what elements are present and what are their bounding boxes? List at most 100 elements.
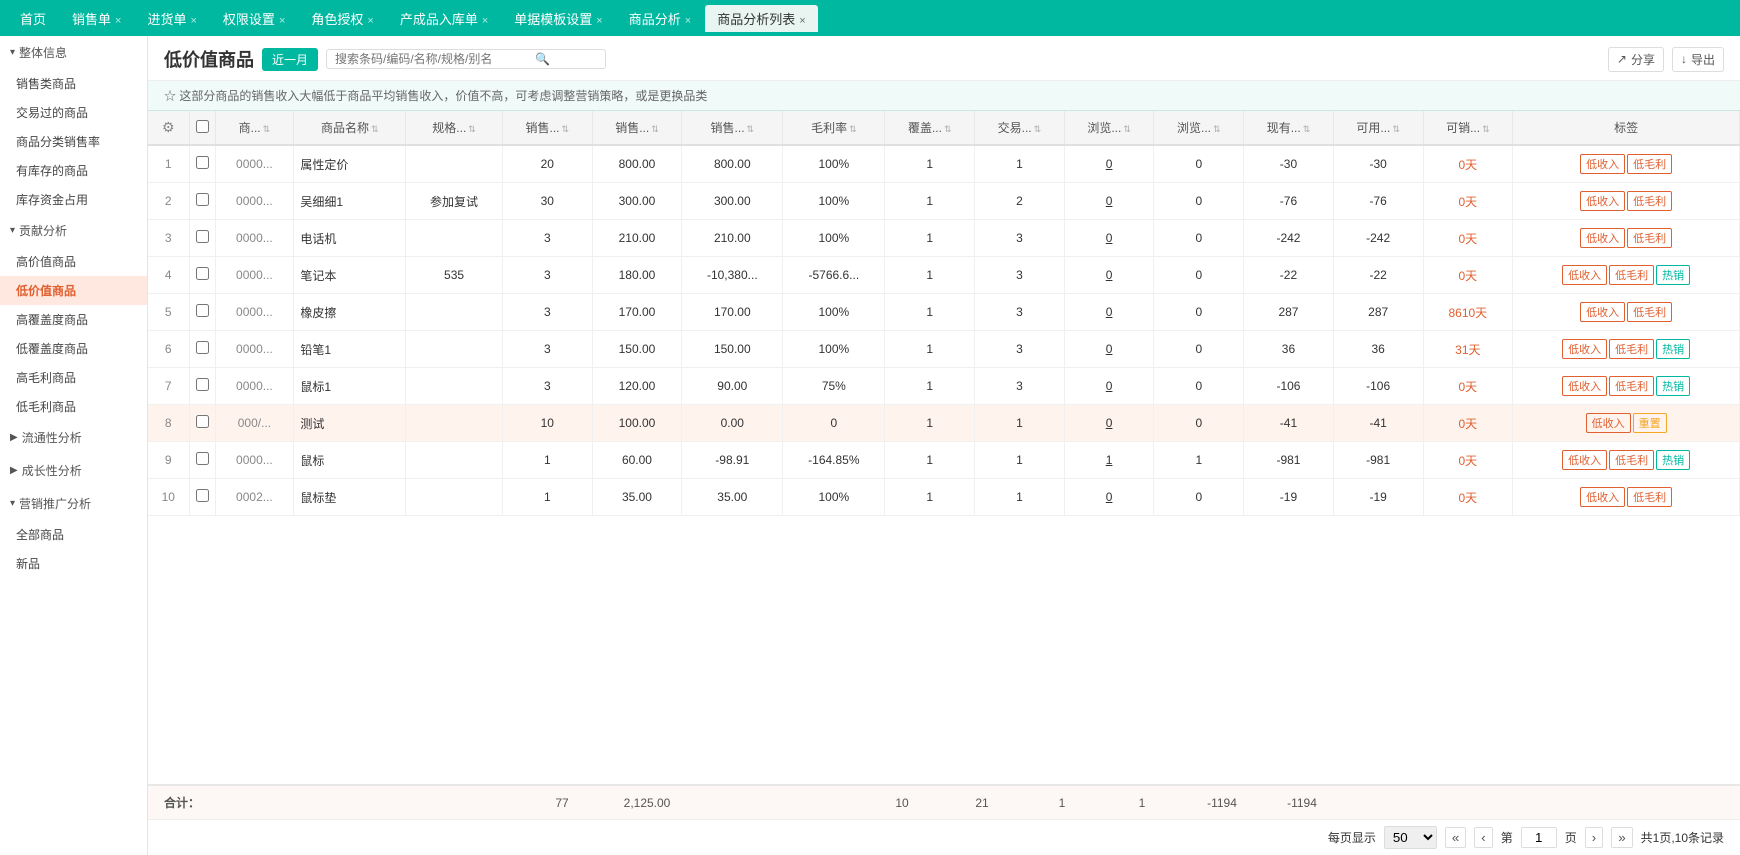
row-checkbox[interactable] [189,145,215,183]
sidebar-item-low-margin[interactable]: 低毛利商品 [0,392,147,421]
close-tab-product-list[interactable]: × [799,15,805,27]
sidebar-item-traded-products[interactable]: 交易过的商品 [0,98,147,127]
row-browse1[interactable]: 0 [1064,405,1154,442]
row-checkbox[interactable] [189,479,215,516]
cover-column-header[interactable]: 覆盖...⇅ [885,111,975,145]
row-checkbox[interactable] [189,294,215,331]
row-select[interactable] [196,267,209,280]
nav-tab-permission[interactable]: 权限设置× [211,5,297,32]
close-tab-permission[interactable]: × [279,15,285,27]
browse-link[interactable]: 0 [1106,231,1113,245]
row-checkbox[interactable] [189,183,215,220]
row-select[interactable] [196,304,209,317]
nav-tab-home[interactable]: 首页 [8,5,58,32]
qty-column-header[interactable]: 销售...⇅ [502,111,592,145]
sidebar-section-contribution[interactable]: ▾ 贡献分析 [0,214,147,247]
available-column-header[interactable]: 可用...⇅ [1333,111,1423,145]
trade-column-header[interactable]: 交易...⇅ [975,111,1065,145]
sidebar-item-category-sales-rate[interactable]: 商品分类销售率 [0,127,147,156]
sale2-column-header[interactable]: 销售...⇅ [682,111,783,145]
current-column-header[interactable]: 现有...⇅ [1244,111,1334,145]
row-browse1[interactable]: 0 [1064,479,1154,516]
first-page-button[interactable]: « [1445,827,1466,848]
sidebar-item-stock-capital[interactable]: 库存资金占用 [0,185,147,214]
name-column-header[interactable]: 商品名称⇅ [294,111,406,145]
nav-tab-product-analysis[interactable]: 商品分析× [617,5,703,32]
gross-column-header[interactable]: 毛利率⇅ [783,111,885,145]
browse-link[interactable]: 0 [1106,416,1113,430]
browse-link[interactable]: 0 [1106,157,1113,171]
sidebar-item-low-coverage[interactable]: 低覆盖度商品 [0,334,147,363]
row-checkbox[interactable] [189,331,215,368]
nav-tab-role[interactable]: 角色授权× [299,5,385,32]
row-select[interactable] [196,415,209,428]
browse2-column-header[interactable]: 浏览...⇅ [1154,111,1244,145]
row-browse1[interactable]: 0 [1064,294,1154,331]
row-select[interactable] [196,489,209,502]
gear-column-header[interactable]: ⚙ [148,111,189,145]
sidebar-section-overall[interactable]: ▾ 整体信息 [0,36,147,69]
per-page-select[interactable]: 50 100 200 [1384,826,1437,849]
row-browse1[interactable]: 0 [1064,368,1154,405]
sidebar-section-flow[interactable]: ▶ 流通性分析 [0,421,147,454]
sidebar-item-high-value[interactable]: 高价值商品 [0,247,147,276]
close-tab-product-analysis[interactable]: × [685,15,691,27]
browse-link[interactable]: 0 [1106,305,1113,319]
row-checkbox[interactable] [189,368,215,405]
row-browse1[interactable]: 0 [1064,145,1154,183]
select-all-checkbox[interactable] [196,120,209,133]
row-checkbox[interactable] [189,442,215,479]
search-input[interactable] [335,52,535,66]
nav-tab-sales[interactable]: 销售单× [60,5,133,32]
row-select[interactable] [196,378,209,391]
nav-tab-purchase[interactable]: 进货单× [135,5,208,32]
sidebar-item-sales-products[interactable]: 销售类商品 [0,69,147,98]
close-tab-sales[interactable]: × [115,15,121,27]
share-button[interactable]: ↗ 分享 [1608,47,1664,72]
gear-icon[interactable]: ⚙ [162,119,175,135]
last-page-button[interactable]: » [1611,827,1632,848]
sidebar-section-growth[interactable]: ▶ 成长性分析 [0,454,147,487]
sidebar-item-all-products[interactable]: 全部商品 [0,520,147,549]
sidebar-item-high-margin[interactable]: 高毛利商品 [0,363,147,392]
prev-page-button[interactable]: ‹ [1474,827,1492,848]
filter-button[interactable]: 近一月 [262,48,318,71]
row-browse1[interactable]: 0 [1064,183,1154,220]
row-select[interactable] [196,193,209,206]
sidebar-item-stock-products[interactable]: 有库存的商品 [0,156,147,185]
sale1-column-header[interactable]: 销售...⇅ [592,111,682,145]
search-icon[interactable]: 🔍 [535,52,550,66]
export-button[interactable]: ↓ 导出 [1672,47,1724,72]
row-select[interactable] [196,452,209,465]
row-browse1[interactable]: 0 [1064,257,1154,294]
row-select[interactable] [196,156,209,169]
next-page-button[interactable]: › [1585,827,1603,848]
sidebar-item-low-value[interactable]: 低价值商品 [0,276,147,305]
nav-tab-product-list[interactable]: 商品分析列表× [705,5,817,32]
close-tab-purchase[interactable]: × [190,15,196,27]
browse1-column-header[interactable]: 浏览...⇅ [1064,111,1154,145]
row-browse1[interactable]: 0 [1064,331,1154,368]
row-checkbox[interactable] [189,257,215,294]
browse-link[interactable]: 0 [1106,490,1113,504]
browse-link[interactable]: 0 [1106,268,1113,282]
browse-link[interactable]: 0 [1106,194,1113,208]
sidebar-section-marketing[interactable]: ▾ 营销推广分析 [0,487,147,520]
browse-link[interactable]: 1 [1106,453,1113,467]
close-tab-template[interactable]: × [596,15,602,27]
code-column-header[interactable]: 商...⇅ [215,111,294,145]
spec-column-header[interactable]: 规格...⇅ [406,111,503,145]
row-checkbox[interactable] [189,405,215,442]
row-browse1[interactable]: 1 [1064,442,1154,479]
page-input[interactable] [1521,827,1557,848]
close-tab-role[interactable]: × [367,15,373,27]
nav-tab-template[interactable]: 单据模板设置× [502,5,614,32]
saleable-column-header[interactable]: 可销...⇅ [1423,111,1513,145]
sidebar-item-high-coverage[interactable]: 高覆盖度商品 [0,305,147,334]
row-select[interactable] [196,341,209,354]
browse-link[interactable]: 0 [1106,342,1113,356]
nav-tab-warehouse[interactable]: 产成品入库单× [388,5,500,32]
search-box[interactable]: 🔍 [326,49,606,69]
browse-link[interactable]: 0 [1106,379,1113,393]
row-browse1[interactable]: 0 [1064,220,1154,257]
